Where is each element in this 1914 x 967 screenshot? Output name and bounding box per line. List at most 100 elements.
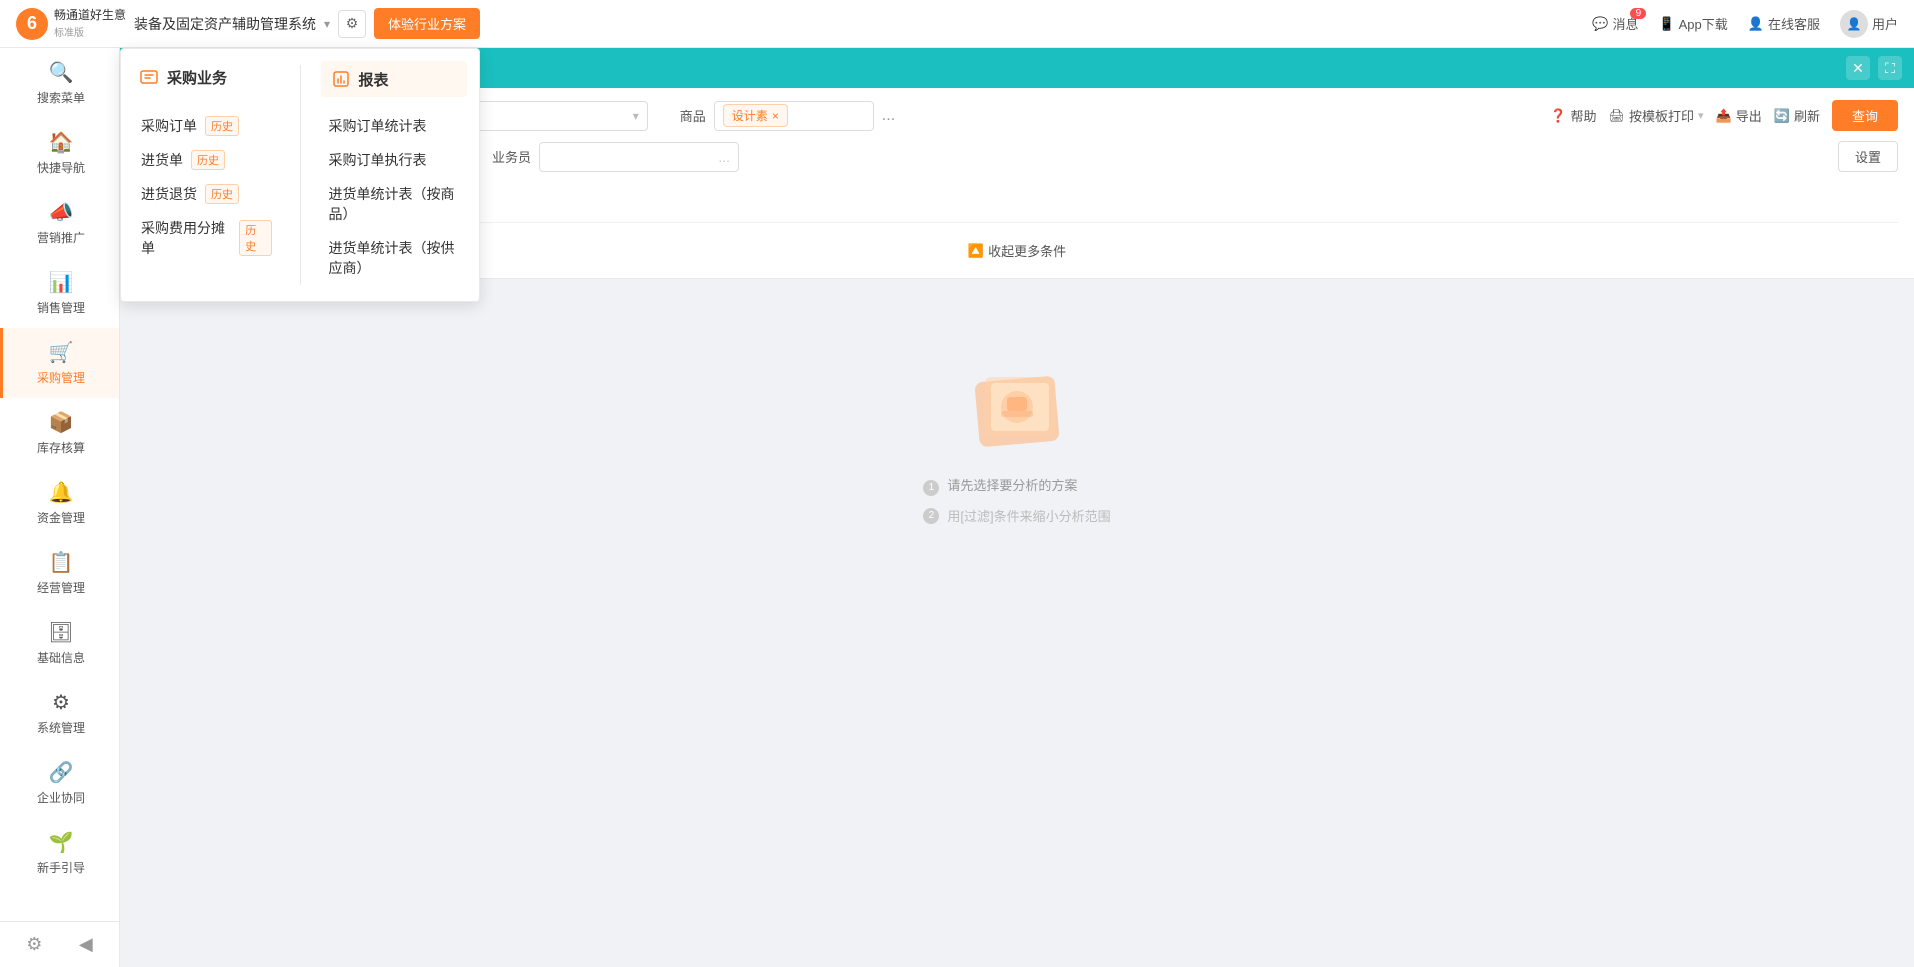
report-col-title: 报表 [359,69,389,90]
home-icon: 🏠 [49,130,74,155]
hint-circle-1: 1 [923,480,939,496]
system-dropdown-arrow[interactable]: ▾ [324,17,330,31]
sidebar-item-finance[interactable]: 🔔 资金管理 [0,468,119,538]
refresh-btn[interactable]: 🔄 刷新 [1774,106,1820,125]
dropdown-item-purchase-in[interactable]: 进货单 历史 [137,143,276,177]
doc-status-arrow: ▾ [633,109,639,123]
print-label: 按模板打印 [1629,106,1694,125]
collapse-label: 收起更多条件 [988,241,1066,260]
report-col-icon [329,67,353,91]
user-area[interactable]: 👤 用户 [1840,10,1898,38]
goods-ellipsis[interactable]: ... [882,107,895,125]
sidebar-label-marketing: 营销推广 [37,229,85,246]
sidebar-label-enterprise: 企业协同 [37,789,85,806]
goods-input[interactable]: 设计素 × [714,101,874,131]
message-badge: 9 [1630,8,1646,19]
app-download-btn[interactable]: 📱 App下载 [1658,14,1727,33]
sidebar-item-search[interactable]: 🔍 搜索菜单 [0,48,119,118]
system-settings-btn[interactable]: ⚙ [338,10,366,38]
system-title-area: 装备及固定资产辅助管理系统 ▾ ⚙ 体验行业方案 [126,8,1592,39]
sidebar-item-operation[interactable]: 📋 经营管理 [0,538,119,608]
logo-name: 畅通道好生意 [54,8,126,24]
sidebar-item-marketing[interactable]: 📣 营销推广 [0,188,119,258]
sidebar-label-operation: 经营管理 [37,579,85,596]
help-btn[interactable]: ❓ 帮助 [1550,106,1596,125]
sidebar-bottom: ⚙ ◀ [0,921,119,967]
salesman-label: 业务员 [492,147,531,166]
sidebar-item-purchase[interactable]: 🛒 采购管理 [0,328,119,398]
report-1-label: 采购订单统计表 [329,116,427,136]
online-service-label: 在线客服 [1768,14,1820,33]
guide-icon: 🌱 [49,830,74,855]
empty-state: 1 请先选择要分析的方案 2 用[过滤]条件来缩小分析范围 [120,279,1914,605]
dropdown-item-purchase-expense[interactable]: 采购费用分摊单 历史 [137,211,276,265]
industry-btn[interactable]: 体验行业方案 [374,8,480,39]
system-title: 装备及固定资产辅助管理系统 [134,14,316,34]
collapse-sidebar-icon[interactable]: ◀ [79,934,93,955]
dropdown-cols: 采购业务 采购订单 历史 进货单 历史 进货退货 历史 采购费用分摊单 历史 [137,65,463,285]
export-btn[interactable]: 📤 导出 [1716,106,1762,125]
operation-icon: 📋 [49,550,74,575]
top-nav: 6 畅通道好生意 标准版 装备及固定资产辅助管理系统 ▾ ⚙ 体验行业方案 💬 … [0,0,1914,48]
export-label: 导出 [1736,106,1762,125]
purchase-col: 采购业务 采购订单 历史 进货单 历史 进货退货 历史 采购费用分摊单 历史 [137,65,276,285]
sidebar-label-sales: 销售管理 [37,299,85,316]
sidebar-label-search: 搜索菜单 [37,89,85,106]
export-icon: 📤 [1716,108,1732,124]
sales-icon: 📊 [49,270,74,295]
user-label: 用户 [1872,14,1898,33]
tab-close-btn[interactable]: ✕ [1846,56,1870,80]
collapse-up-icon: 🔼 [968,243,984,259]
refresh-icon: 🔄 [1774,108,1790,124]
purchase-col-title: 采购业务 [167,67,227,88]
purchase-col-header: 采购业务 [137,65,276,97]
sidebar-item-basic[interactable]: 🗄 基础信息 [0,608,119,678]
goods-tag: 设计素 × [723,104,788,127]
report-col: 报表 采购订单统计表 采购订单执行表 进货单统计表（按商品） 进货单统计表（按供… [325,65,464,285]
print-btn[interactable]: 🖨 按模板打印 ▾ [1609,106,1704,125]
dropdown-item-report-1[interactable]: 采购订单统计表 [325,109,464,143]
report-col-header: 报表 [321,61,468,97]
search-icon: 🔍 [49,60,74,85]
empty-text-1: 请先选择要分析的方案 [947,475,1077,494]
logo-text-block: 畅通道好生意 标准版 [54,8,126,39]
goods-tag-close[interactable]: × [772,109,779,123]
query-button[interactable]: 查询 [1832,100,1898,131]
sidebar-item-sales[interactable]: 📊 销售管理 [0,258,119,328]
message-btn[interactable]: 💬 消息 9 [1592,14,1638,33]
dropdown-item-purchase-return[interactable]: 进货退货 历史 [137,177,276,211]
purchase-icon: 🛒 [49,340,74,365]
empty-illustration [957,359,1077,459]
sidebar-item-enterprise[interactable]: 🔗 企业协同 [0,748,119,818]
empty-text-block: 1 请先选择要分析的方案 2 用[过滤]条件来缩小分析范围 [923,475,1110,525]
purchase-order-label: 采购订单 [141,116,197,136]
dropdown-menu: 采购业务 采购订单 历史 进货单 历史 进货退货 历史 采购费用分摊单 历史 [120,48,480,302]
goods-filter-group: 商品 设计素 × ... [680,101,895,131]
logo-area: 6 畅通道好生意 标准版 [16,8,126,40]
sidebar-item-system[interactable]: ⚙ 系统管理 [0,678,119,748]
logo-sub: 标准版 [54,24,126,39]
purchase-order-history-badge: 历史 [205,116,239,136]
setting-button[interactable]: 设置 [1838,141,1898,172]
basic-icon: 🗄 [48,620,73,645]
top-nav-right: 💬 消息 9 📱 App下载 👤 在线客服 👤 用户 [1592,10,1898,38]
sidebar-label-quick-nav: 快捷导航 [37,159,85,176]
dropdown-item-report-3[interactable]: 进货单统计表（按商品） [325,177,464,231]
dropdown-item-report-4[interactable]: 进货单统计表（按供应商） [325,231,464,285]
print-dropdown-arrow[interactable]: ▾ [1698,109,1704,122]
report-3-label: 进货单统计表（按商品） [329,184,460,224]
online-service-btn[interactable]: 👤 在线客服 [1748,14,1820,33]
help-label: 帮助 [1571,106,1597,125]
sidebar-item-guide[interactable]: 🌱 新手引导 [0,818,119,888]
salesman-input[interactable]: ... [539,142,739,172]
sidebar-item-inventory[interactable]: 📦 库存核算 [0,398,119,468]
empty-hint-2: 2 用[过滤]条件来缩小分析范围 [923,506,1110,525]
dropdown-overlay: 采购业务 采购订单 历史 进货单 历史 进货退货 历史 采购费用分摊单 历史 [120,48,480,302]
dropdown-item-report-2[interactable]: 采购订单执行表 [325,143,464,177]
tab-expand-btn[interactable]: ⛶ [1878,56,1902,80]
settings-bottom-icon[interactable]: ⚙ [26,934,42,955]
salesman-ellipsis[interactable]: ... [718,149,730,165]
message-icon: 💬 [1592,16,1608,32]
sidebar-item-quick-nav[interactable]: 🏠 快捷导航 [0,118,119,188]
dropdown-item-purchase-order[interactable]: 采购订单 历史 [137,109,276,143]
